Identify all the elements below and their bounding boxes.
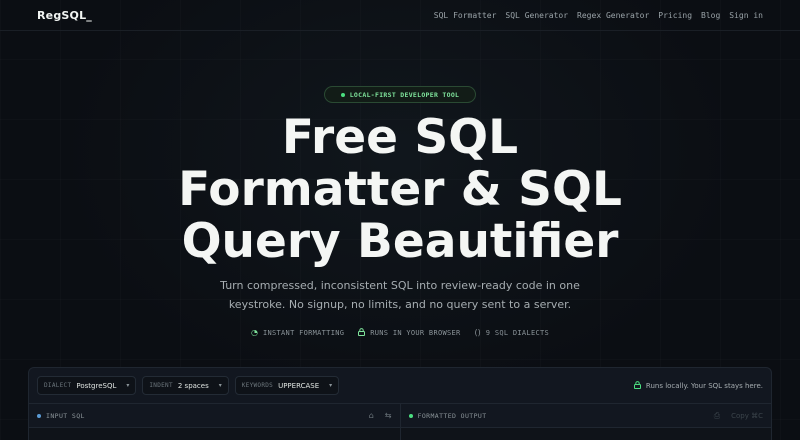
feature-instant-formatting: ◔ INSTANT FORMATTING — [251, 328, 344, 338]
input-pane: INPUT SQL ⌂ ⇆ — [29, 404, 400, 440]
title-line-2: Formatter & SQL — [178, 162, 622, 217]
feature-label: INSTANT FORMATTING — [262, 329, 345, 337]
dialect-select-value: PostgreSQL — [76, 381, 117, 390]
download-icon[interactable]: ⎙ — [714, 411, 720, 421]
input-dot-icon — [37, 413, 41, 418]
main-nav: SQL Formatter SQL Generator Regex Genera… — [425, 11, 763, 20]
swap-icon[interactable]: ⇆ — [385, 411, 392, 420]
editor-panes: INPUT SQL ⌂ ⇆ FORMATTED OUTPUT ⎙ Copy ⌘C — [29, 404, 771, 440]
hero-subtitle: Turn compressed, inconsistent SQL into r… — [200, 276, 600, 314]
formatter-toolbar: DIALECT PostgreSQL ▾ INDENT 2 spaces ▾ K… — [29, 368, 771, 404]
page-title: Free SQL Formatter & SQL Query Beautifie… — [0, 112, 800, 268]
chevron-down-icon: ▾ — [218, 382, 222, 389]
feature-label: RUNS IN YOUR BROWSER — [370, 329, 461, 337]
top-nav-bar: RegSQL_ SQL Formatter SQL Generator Rege… — [0, 0, 800, 31]
feature-label: 9 SQL DIALECTS — [485, 329, 549, 337]
copy-button[interactable]: Copy ⌘C — [731, 412, 763, 420]
gauge-icon: ◔ — [251, 328, 258, 337]
title-line-3: Query Beautifier — [181, 214, 619, 269]
output-pane-header: FORMATTED OUTPUT ⎙ Copy ⌘C — [400, 404, 771, 428]
feature-sql-dialects: () 9 SQL DIALECTS — [475, 328, 549, 338]
nav-sql-formatter[interactable]: SQL Formatter — [434, 11, 497, 20]
nav-sign-in[interactable]: Sign in — [729, 11, 763, 20]
status-dot-icon — [340, 92, 345, 97]
dialect-select-key: DIALECT — [44, 382, 72, 389]
lock-icon — [358, 328, 366, 338]
chevron-down-icon: ▾ — [126, 382, 130, 389]
sample-icon[interactable]: ⌂ — [369, 411, 374, 420]
formatter-panel: DIALECT PostgreSQL ▾ INDENT 2 spaces ▾ K… — [28, 367, 772, 440]
nav-sql-generator[interactable]: SQL Generator — [505, 11, 568, 20]
nav-regex-generator[interactable]: Regex Generator — [577, 11, 649, 20]
input-sql-editor[interactable] — [29, 428, 400, 440]
title-line-1: Free SQL — [281, 110, 519, 165]
indent-select[interactable]: INDENT 2 spaces ▾ — [142, 376, 229, 395]
input-pane-tools: ⌂ ⇆ — [369, 411, 392, 420]
output-dot-icon — [408, 413, 413, 418]
input-pane-header: INPUT SQL ⌂ ⇆ — [29, 404, 400, 428]
output-pane-label: FORMATTED OUTPUT — [417, 411, 487, 420]
local-note: Runs locally. Your SQL stays here. — [633, 380, 763, 391]
output-pane-tools: ⎙ Copy ⌘C — [714, 411, 763, 421]
brackets-icon: () — [474, 328, 481, 337]
subtitle-line-2: keystroke. No signup, no limits, and no … — [228, 298, 572, 311]
keywords-select-value: UPPERCASE — [278, 381, 320, 390]
output-pane: FORMATTED OUTPUT ⎙ Copy ⌘C — [399, 404, 771, 440]
local-note-label: Runs locally. Your SQL stays here. — [645, 381, 763, 390]
input-pane-label: INPUT SQL — [46, 411, 85, 420]
feature-list: ◔ INSTANT FORMATTING RUNS IN YOUR BROWSE… — [0, 328, 800, 338]
hero-badge: LOCAL-FIRST DEVELOPER TOOL — [324, 86, 476, 103]
nav-blog[interactable]: Blog — [701, 11, 720, 20]
indent-select-key: INDENT — [149, 382, 173, 389]
formatted-output-editor[interactable] — [400, 428, 771, 440]
nav-pricing[interactable]: Pricing — [658, 11, 692, 20]
lock-icon — [633, 380, 641, 391]
keywords-select[interactable]: KEYWORDS UPPERCASE ▾ — [234, 376, 340, 395]
hero-badge-label: LOCAL-FIRST DEVELOPER TOOL — [349, 90, 460, 99]
chevron-down-icon: ▾ — [329, 382, 333, 389]
dialect-select[interactable]: DIALECT PostgreSQL ▾ — [37, 376, 137, 395]
brand-logo[interactable]: RegSQL_ — [37, 9, 92, 22]
keywords-select-key: KEYWORDS — [241, 382, 274, 389]
indent-select-value: 2 spaces — [177, 381, 209, 390]
feature-runs-in-browser: RUNS IN YOUR BROWSER — [358, 328, 460, 338]
subtitle-line-1: Turn compressed, inconsistent SQL into r… — [220, 279, 580, 292]
